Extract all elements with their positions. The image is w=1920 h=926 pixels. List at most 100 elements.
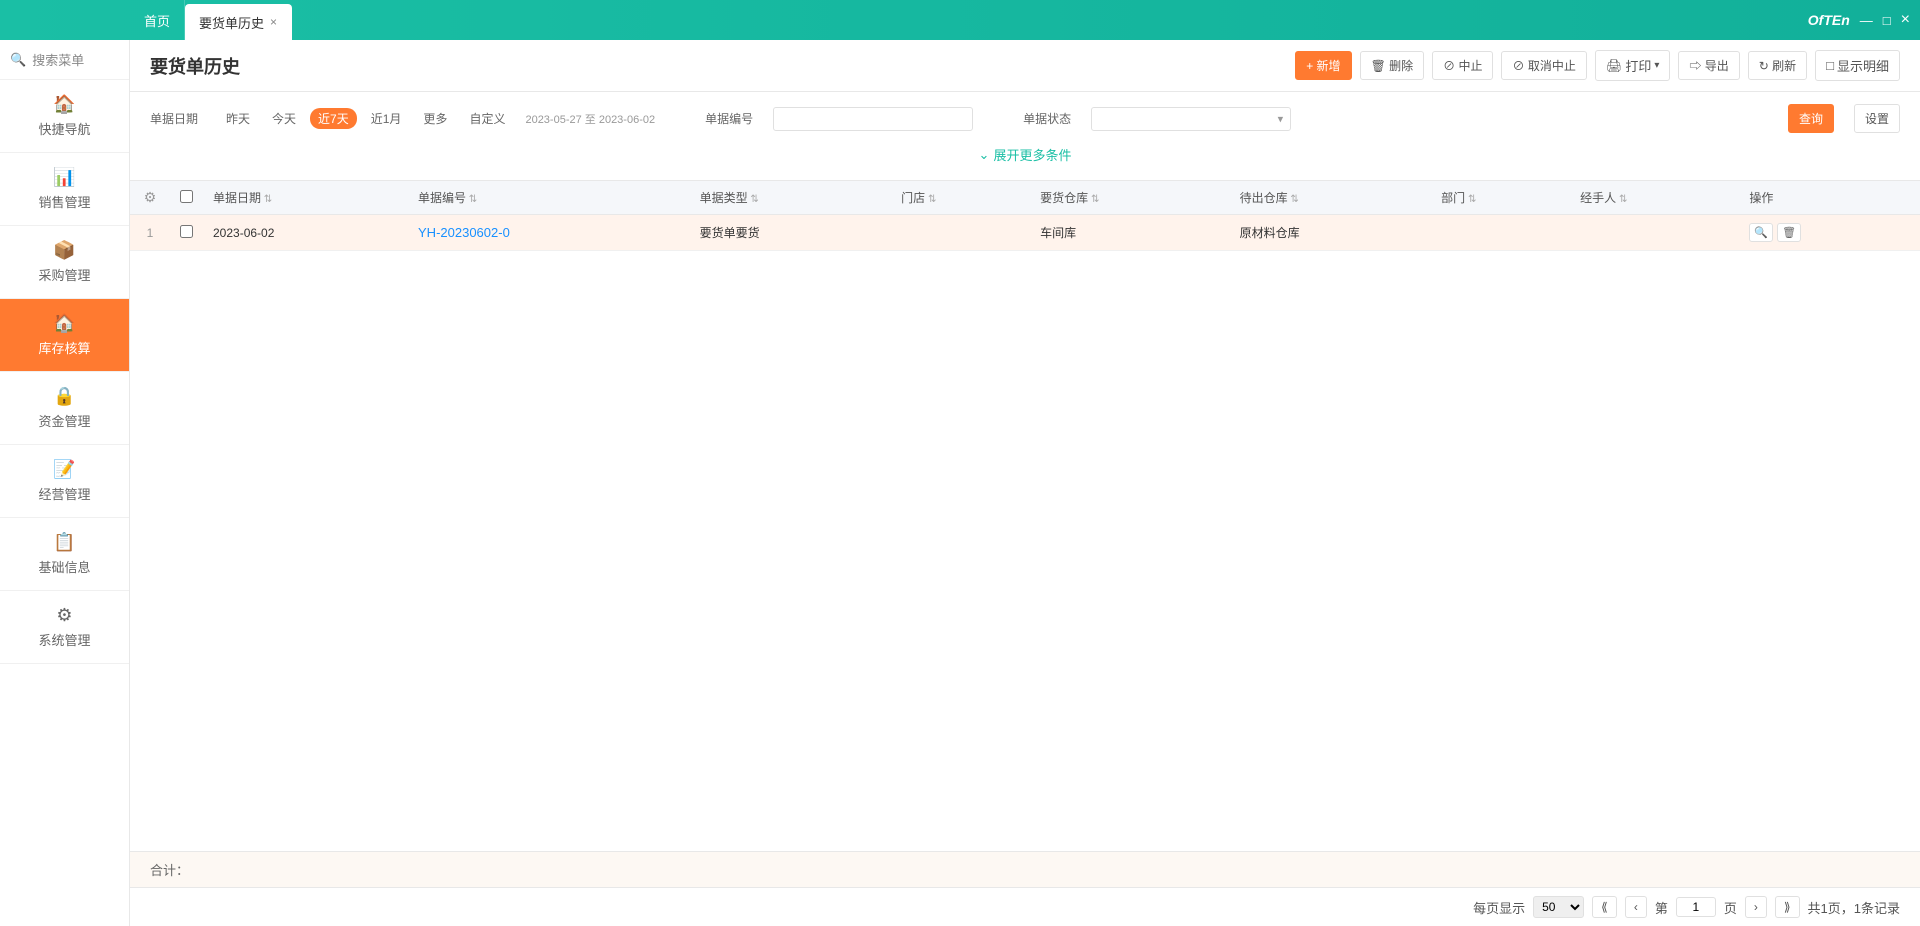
sidebar-search-item[interactable]: 🔍 搜索菜单 <box>0 40 129 80</box>
cell-req-warehouse: 车间库 <box>1030 215 1229 251</box>
table-area: ⚙ 单据日期 单据编号 单据类型 门店 要货仓库 待出仓库 部门 经手人 操 <box>130 181 1920 851</box>
row-delete-btn[interactable]: 🗑 <box>1777 223 1801 242</box>
new-button[interactable]: + 新增 <box>1295 51 1351 80</box>
column-order-type[interactable]: 单据类型 <box>690 181 892 215</box>
toolbar: + 新增 🗑 删除 ⊘ 中止 ⊘ 取消中止 🖨 打印 ▾ ⇨ 导出 ↻ 刷新 □… <box>1295 50 1900 81</box>
table-body: 1 2023-06-02 YH-20230602-0 要货单要货 车间库 原材料… <box>130 215 1920 251</box>
column-department[interactable]: 部门 <box>1431 181 1570 215</box>
total-label: 合计： <box>150 860 189 879</box>
sidebar-item-quick-nav-label: 快捷导航 <box>38 119 90 138</box>
sidebar-item-system-mgmt[interactable]: ⚙ 系统管理 <box>0 591 129 664</box>
cell-actions: 🔍 🗑 <box>1739 215 1920 251</box>
row-checkbox[interactable] <box>180 225 193 238</box>
next-page-btn[interactable]: › <box>1745 896 1767 918</box>
refresh-button[interactable]: ↻ 刷新 <box>1748 51 1807 80</box>
settings-gear-icon[interactable]: ⚙ <box>144 189 157 205</box>
print-dropdown-icon: ▾ <box>1654 60 1659 71</box>
date-options: 昨天 今天 近7天 近1月 更多 自定义 2023-05-27 至 2023-0… <box>218 108 655 129</box>
inventory-icon: 🏠 <box>53 313 75 334</box>
prev-page-btn[interactable]: ‹ <box>1625 896 1647 918</box>
top-bar: 首页 要货单历史 × OfTEn — □ × <box>0 0 1920 40</box>
date-range-display: 2023-05-27 至 2023-06-02 <box>525 111 655 127</box>
system-icon: ⚙ <box>56 605 72 626</box>
sidebar-item-quick-nav[interactable]: 🏠 快捷导航 <box>0 80 129 153</box>
date-option-today[interactable]: 今天 <box>264 108 304 129</box>
date-option-yesterday[interactable]: 昨天 <box>218 108 258 129</box>
column-settings[interactable]: ⚙ <box>130 181 170 215</box>
stop-button[interactable]: ⊘ 中止 <box>1432 51 1493 80</box>
first-page-btn[interactable]: ⟪ <box>1592 896 1617 918</box>
tab-home[interactable]: 首页 <box>130 0 185 40</box>
export-button[interactable]: ⇨ 导出 <box>1678 51 1739 80</box>
status-label: 单据状态 <box>1023 110 1071 127</box>
select-all-checkbox[interactable] <box>180 190 193 203</box>
window-close-btn[interactable]: × <box>1901 11 1910 29</box>
display-detail-button[interactable]: □ 显示明细 <box>1815 50 1900 81</box>
cell-order-type: 要货单要货 <box>690 215 892 251</box>
cell-checkbox <box>170 215 203 251</box>
total-records-label: 共1页，1条记录 <box>1808 898 1900 917</box>
sidebar-item-operations-label: 经营管理 <box>38 484 90 503</box>
table-footer: 合计： <box>130 851 1920 887</box>
window-minimize-btn[interactable]: — <box>1860 13 1873 28</box>
top-bar-right: OfTEn — □ × <box>1808 11 1910 29</box>
sidebar-item-inventory-label: 库存核算 <box>38 338 90 357</box>
row-view-btn[interactable]: 🔍 <box>1749 223 1773 242</box>
filter-bar: 单据日期 昨天 今天 近7天 近1月 更多 自定义 2023-05-27 至 2… <box>130 92 1920 181</box>
date-option-custom[interactable]: 自定义 <box>461 108 513 129</box>
cancel-stop-button[interactable]: ⊘ 取消中止 <box>1501 51 1586 80</box>
column-store[interactable]: 门店 <box>891 181 1030 215</box>
column-req-warehouse[interactable]: 要货仓库 <box>1030 181 1229 215</box>
sidebar-item-purchase-mgmt[interactable]: 📦 采购管理 <box>0 226 129 299</box>
last-page-btn[interactable]: ⟫ <box>1775 896 1800 918</box>
fund-icon: 🔒 <box>53 386 75 407</box>
tab-close-icon[interactable]: × <box>270 15 277 29</box>
sales-icon: 📊 <box>53 167 75 188</box>
table-header: ⚙ 单据日期 单据编号 单据类型 门店 要货仓库 待出仓库 部门 经手人 操 <box>130 181 1920 215</box>
date-option-last1month[interactable]: 近1月 <box>363 108 410 129</box>
expand-more-label: 展开更多条件 <box>993 145 1071 164</box>
page-number-input[interactable] <box>1676 897 1716 917</box>
chevron-down-icon: ⌄ <box>979 147 990 163</box>
column-handler[interactable]: 经手人 <box>1570 181 1739 215</box>
delete-button[interactable]: 🗑 删除 <box>1360 51 1425 80</box>
page-suffix-label: 页 <box>1724 898 1737 917</box>
sidebar-item-basic-info[interactable]: 📋 基础信息 <box>0 518 129 591</box>
date-option-last7days[interactable]: 近7天 <box>310 108 357 129</box>
print-icon: 🖨 <box>1606 58 1623 74</box>
tab-requisition-history[interactable]: 要货单历史 × <box>185 4 292 40</box>
sidebar: 🔍 搜索菜单 🏠 快捷导航 📊 销售管理 📦 采购管理 🏠 库存核算 🔒 资金管… <box>0 40 130 926</box>
column-date[interactable]: 单据日期 <box>203 181 408 215</box>
page-header: 要货单历史 + 新增 🗑 删除 ⊘ 中止 ⊘ 取消中止 🖨 打印 ▾ ⇨ 导出 … <box>130 40 1920 92</box>
brand-label: OfTEn <box>1808 12 1850 28</box>
query-button[interactable]: 查询 <box>1788 104 1834 133</box>
content-area: 要货单历史 + 新增 🗑 删除 ⊘ 中止 ⊘ 取消中止 🖨 打印 ▾ ⇨ 导出 … <box>130 40 1920 926</box>
cell-handler <box>1570 215 1739 251</box>
page-size-select[interactable]: 10 20 50 100 <box>1533 896 1584 918</box>
sidebar-item-inventory-calc[interactable]: 🏠 库存核算 <box>0 299 129 372</box>
sidebar-item-system-label: 系统管理 <box>38 630 90 649</box>
home-icon: 🏠 <box>53 94 75 115</box>
column-order-no[interactable]: 单据编号 <box>408 181 690 215</box>
sidebar-item-fund-mgmt[interactable]: 🔒 资金管理 <box>0 372 129 445</box>
sidebar-item-sales-mgmt[interactable]: 📊 销售管理 <box>0 153 129 226</box>
date-option-more[interactable]: 更多 <box>415 108 455 129</box>
sidebar-item-sales-label: 销售管理 <box>38 192 90 211</box>
basic-info-icon: 📋 <box>53 532 75 553</box>
order-no-link[interactable]: YH-20230602-0 <box>418 225 510 240</box>
sidebar-item-operations-mgmt[interactable]: 📝 经营管理 <box>0 445 129 518</box>
cell-date: 2023-06-02 <box>203 215 408 251</box>
page-title: 要货单历史 <box>150 53 240 79</box>
display-detail-label: 显示明细 <box>1837 56 1889 75</box>
page-size-label: 每页显示 <box>1473 898 1525 917</box>
tab-requisition-history-label: 要货单历史 <box>199 13 264 32</box>
cell-pending-warehouse: 原材料仓库 <box>1230 215 1432 251</box>
print-button[interactable]: 🖨 打印 ▾ <box>1595 50 1671 81</box>
status-select-wrapper <box>1091 107 1291 131</box>
status-select[interactable] <box>1091 107 1291 131</box>
order-no-input[interactable] <box>773 107 973 131</box>
expand-more-btn[interactable]: ⌄ 展开更多条件 <box>150 141 1900 168</box>
settings-button[interactable]: 设置 <box>1854 104 1900 133</box>
column-pending-warehouse[interactable]: 待出仓库 <box>1230 181 1432 215</box>
window-maximize-btn[interactable]: □ <box>1883 13 1891 28</box>
